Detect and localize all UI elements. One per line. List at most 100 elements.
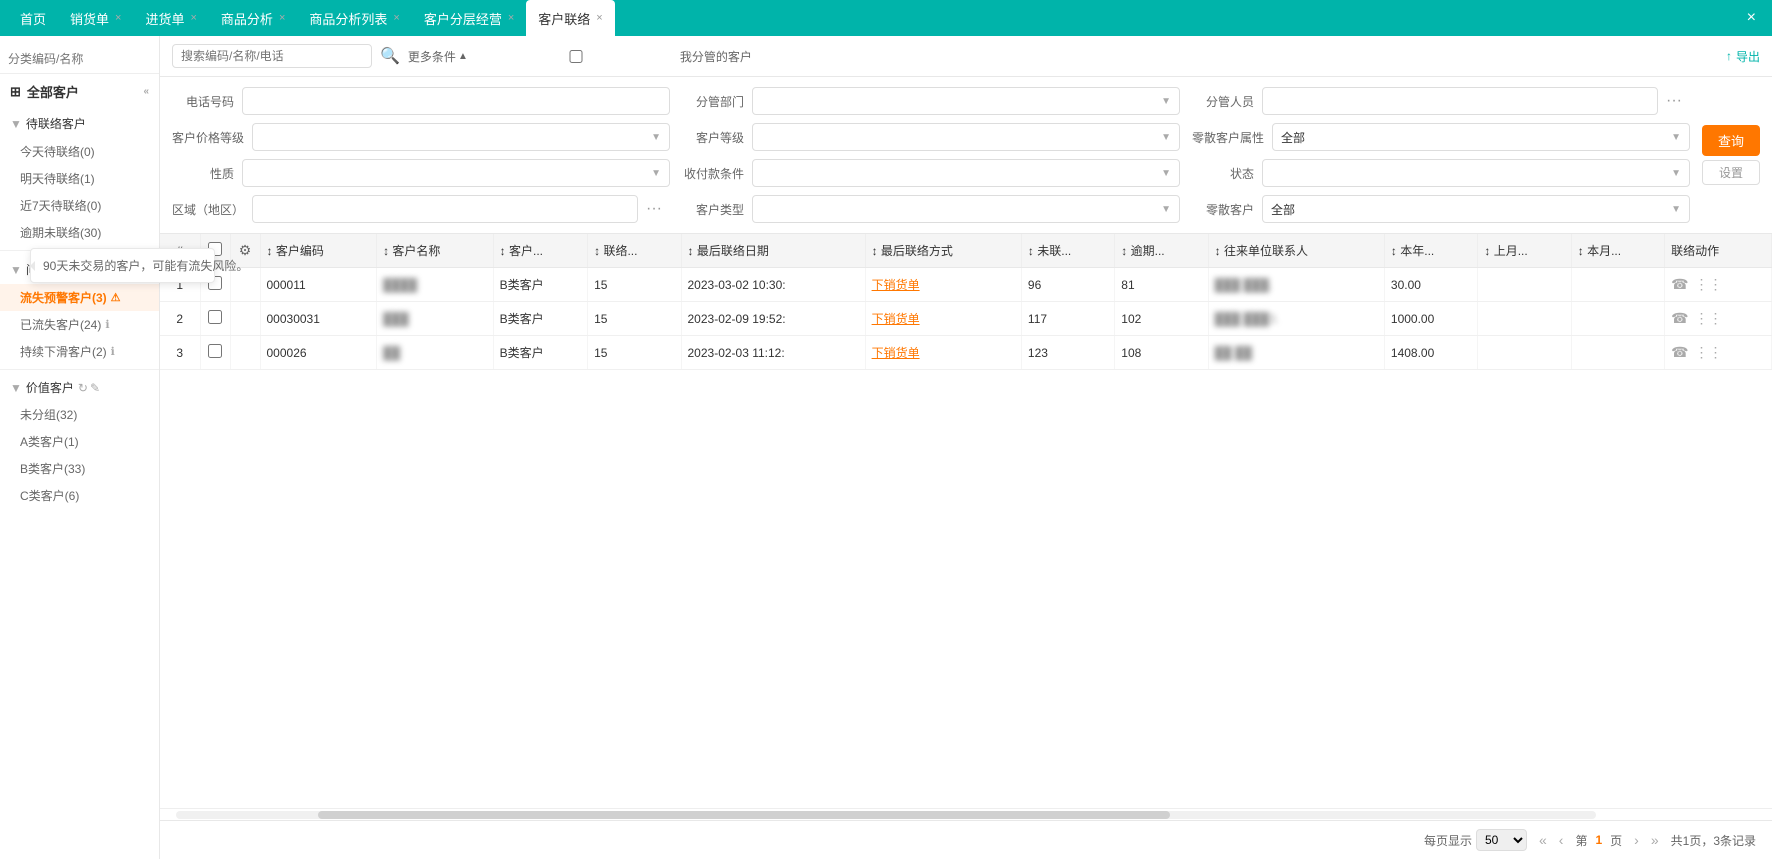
col-last-date-sort-icon[interactable]: ↕ <box>688 244 694 258</box>
search-button[interactable]: 🔍 <box>380 46 400 66</box>
cell-last-month-3 <box>1478 336 1571 370</box>
region-more-icon[interactable]: ··· <box>638 200 670 218</box>
more-actions-icon-3[interactable]: ⋮⋮ <box>1695 344 1723 361</box>
col-name-sort-icon[interactable]: ↕ <box>383 244 389 258</box>
next-page-button[interactable]: › <box>1630 830 1643 850</box>
col-unit-contact-sort-icon[interactable]: ↕ <box>1215 244 1221 258</box>
export-button[interactable]: ↑ 导出 <box>1726 48 1760 65</box>
cell-last-method-3: 下销货单 <box>865 336 1021 370</box>
sidebar-item-declining[interactable]: 持续下滑客户(2) ℹ <box>0 338 159 365</box>
tab-purchase-close[interactable]: × <box>190 12 196 24</box>
sidebar-item-loss-risk[interactable]: 流失预警客户(3) ⚠ <box>0 284 159 311</box>
col-overdue-sort-icon[interactable]: ↕ <box>1121 244 1127 258</box>
sidebar-item-today[interactable]: 今天待联络(0) <box>0 138 159 165</box>
col-last-month-sort-icon[interactable]: ↕ <box>1484 244 1490 258</box>
col-code-sort-icon[interactable]: ↕ <box>267 244 273 258</box>
col-contact-sort-icon[interactable]: ↕ <box>594 244 600 258</box>
tab-customer-tier[interactable]: 客户分层经营 × <box>412 0 526 36</box>
tab-home[interactable]: 首页 <box>8 9 58 28</box>
more-actions-icon-1[interactable]: ⋮⋮ <box>1695 276 1723 293</box>
sidebar-item-unclassified[interactable]: 未分组(32) <box>0 401 159 428</box>
customer-tier-select[interactable]: ▼ <box>752 123 1180 151</box>
sidebar-all-customers[interactable]: ⊞ 全部客户 « <box>0 74 159 109</box>
first-page-button[interactable]: « <box>1535 830 1551 850</box>
tab-sales[interactable]: 销货单 × <box>58 0 133 36</box>
row-checkbox-2[interactable] <box>208 310 222 324</box>
filter-bar: 🔍 更多条件 ▲ 我分管的客户 ↑ 导出 <box>160 36 1772 77</box>
person-more-icon[interactable]: ··· <box>1658 92 1690 110</box>
more-conditions-arrow-icon: ▲ <box>458 51 468 62</box>
cell-last-date-2: 2023-02-09 19:52: <box>681 302 865 336</box>
search-input[interactable] <box>172 44 372 68</box>
cell-unit-contact-1: ███ ███. <box>1208 268 1384 302</box>
nature-select[interactable]: ▼ <box>242 159 670 187</box>
zero-customer-select[interactable]: 全部 ▼ <box>1262 195 1690 223</box>
sidebar-item-week[interactable]: 近7天待联络(0) <box>0 192 159 219</box>
tab-sales-close[interactable]: × <box>115 12 121 24</box>
more-actions-icon-2[interactable]: ⋮⋮ <box>1695 310 1723 327</box>
contact-icon-3[interactable]: ☎ <box>1671 344 1688 361</box>
sidebar-search-input[interactable] <box>8 52 160 66</box>
pending-arrow-icon: ▼ <box>10 117 22 131</box>
region-select[interactable] <box>252 195 638 223</box>
last-method-link-3[interactable]: 下销货单 <box>872 346 920 360</box>
sidebar-group-pending[interactable]: ▼ 待联络客户 <box>0 109 159 138</box>
customer-type-select[interactable]: ▼ <box>752 195 1180 223</box>
last-method-link-1[interactable]: 下销货单 <box>872 278 920 292</box>
sidebar-collapse-icon[interactable]: « <box>143 86 149 97</box>
sidebar-item-lost[interactable]: 已流失客户(24) ℹ <box>0 311 159 338</box>
person-select[interactable] <box>1262 87 1658 115</box>
table-gear-icon[interactable]: ⚙ <box>239 242 252 258</box>
filter-action-buttons: 查询 设置 <box>1702 87 1760 223</box>
phone-input[interactable] <box>242 87 670 115</box>
tab-analysis-list-close[interactable]: × <box>393 12 399 24</box>
query-button[interactable]: 查询 <box>1702 125 1760 156</box>
sidebar-group-value[interactable]: ▼ 价值客户 ↻ ✎ <box>0 374 159 401</box>
dept-select[interactable]: ▼ <box>752 87 1180 115</box>
sidebar-item-c-class[interactable]: C类客户(6) <box>0 482 159 509</box>
last-method-link-2[interactable]: 下销货单 <box>872 312 920 326</box>
cell-last-month-2 <box>1478 302 1571 336</box>
contact-icon-2[interactable]: ☎ <box>1671 310 1688 327</box>
tab-customer-link[interactable]: 客户联络 × <box>526 0 614 36</box>
total-records: 共1页，3条记录 <box>1671 832 1756 849</box>
scroll-thumb[interactable] <box>318 811 1170 819</box>
last-page-button[interactable]: » <box>1647 830 1663 850</box>
sidebar-item-overdue[interactable]: 逾期未联络(30) <box>0 219 159 246</box>
cell-this-month-3 <box>1571 336 1664 370</box>
tab-customer-tier-close[interactable]: × <box>508 12 514 24</box>
my-customers-input[interactable] <box>476 50 676 63</box>
payment-select[interactable]: ▼ <box>752 159 1180 187</box>
col-no-contact-sort-icon[interactable]: ↕ <box>1028 244 1034 258</box>
status-select[interactable]: ▼ <box>1262 159 1690 187</box>
tab-analysis-list[interactable]: 商品分析列表 × <box>297 0 411 36</box>
col-this-year-sort-icon[interactable]: ↕ <box>1391 244 1397 258</box>
col-this-month-sort-icon[interactable]: ↕ <box>1578 244 1584 258</box>
contact-icon-1[interactable]: ☎ <box>1671 276 1688 293</box>
close-all-button[interactable]: × <box>1739 9 1764 27</box>
sidebar-item-tomorrow[interactable]: 明天待联络(1) <box>0 165 159 192</box>
horizontal-scrollbar[interactable] <box>160 808 1772 820</box>
more-conditions-button[interactable]: 更多条件 ▲ <box>408 48 468 65</box>
cell-no-contact-1: 96 <box>1021 268 1114 302</box>
edit-icon[interactable]: ✎ <box>90 381 100 395</box>
tab-analysis-close[interactable]: × <box>279 12 285 24</box>
page-label: 第 <box>1575 832 1587 849</box>
my-customers-checkbox[interactable]: 我分管的客户 <box>476 48 752 65</box>
col-last-method-sort-icon[interactable]: ↕ <box>872 244 878 258</box>
sidebar-item-a-class[interactable]: A类客户(1) <box>0 428 159 455</box>
zero-attr-select[interactable]: 全部 ▼ <box>1272 123 1690 151</box>
tab-analysis[interactable]: 商品分析 × <box>209 0 297 36</box>
price-tier-select[interactable]: ▼ <box>252 123 670 151</box>
sidebar-item-b-class[interactable]: B类客户(33) <box>0 455 159 482</box>
refresh-icon[interactable]: ↻ <box>78 381 88 395</box>
page-size-select[interactable]: 50 100 200 <box>1476 829 1527 851</box>
tab-purchase[interactable]: 进货单 × <box>133 0 208 36</box>
prev-page-button[interactable]: ‹ <box>1555 830 1568 850</box>
filter-cell-phone: 电话号码 <box>172 87 670 115</box>
status-label: 状态 <box>1192 165 1262 182</box>
tab-customer-link-close[interactable]: × <box>596 12 602 24</box>
col-type-sort-icon[interactable]: ↕ <box>500 244 506 258</box>
filter-settings-button[interactable]: 设置 <box>1702 160 1760 185</box>
row-checkbox-3[interactable] <box>208 344 222 358</box>
